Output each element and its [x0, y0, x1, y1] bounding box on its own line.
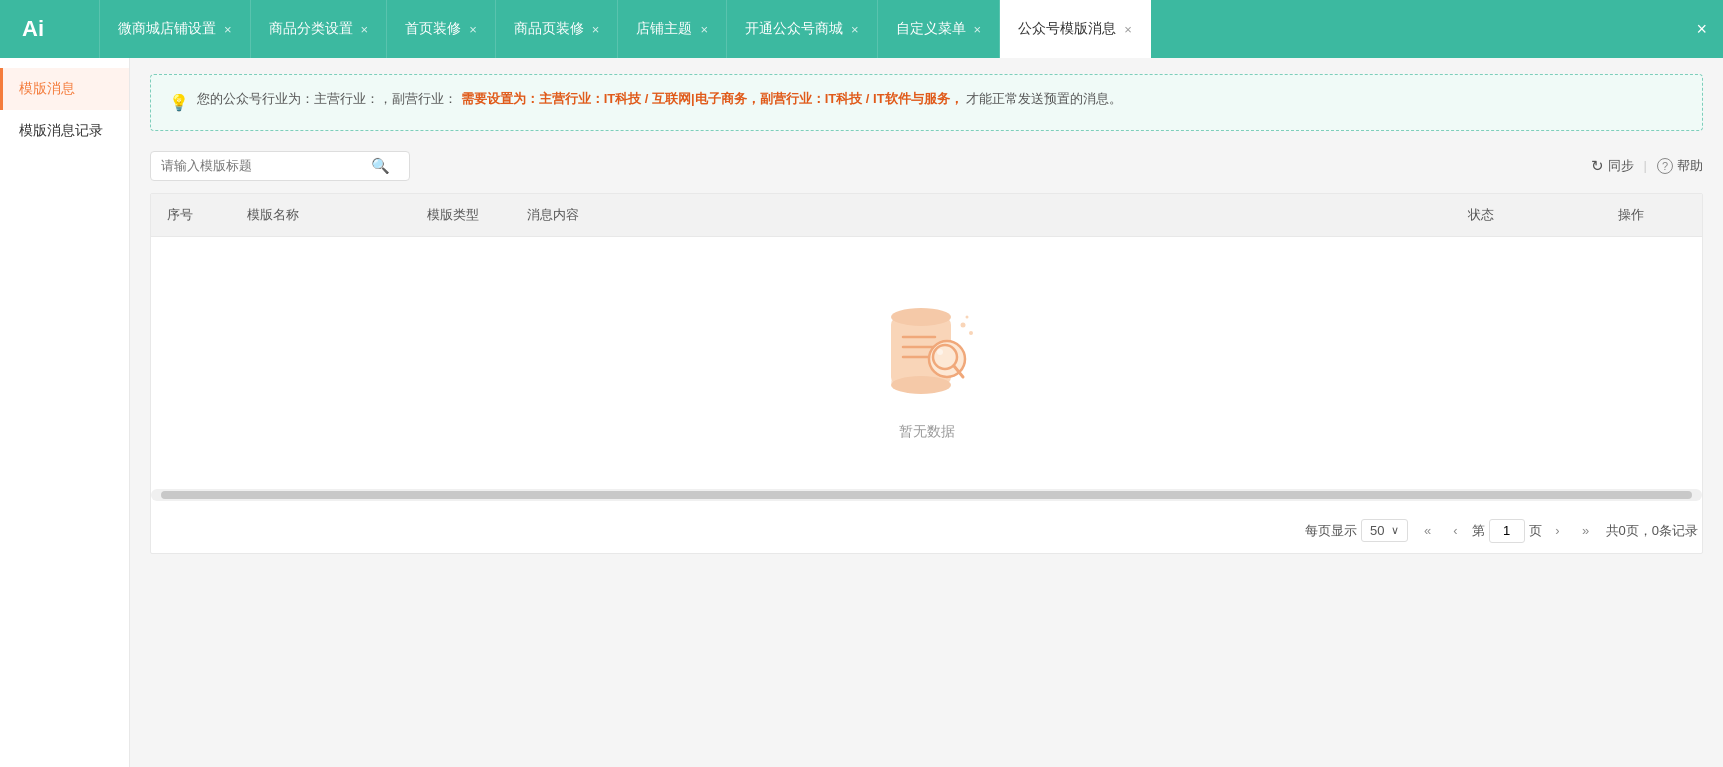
page-size-select: 每页显示 50 ∨ — [1305, 519, 1407, 542]
tab-label: 开通公众号商城 — [745, 20, 843, 38]
tab-close-icon[interactable]: × — [700, 22, 708, 37]
tab-templatemsg[interactable]: 公众号模版消息 × — [1000, 0, 1151, 58]
search-icon[interactable]: 🔍 — [371, 157, 390, 175]
scrollbar-thumb[interactable] — [161, 491, 1692, 499]
svg-point-3 — [891, 376, 951, 394]
tab-category[interactable]: 商品分类设置 × — [251, 0, 388, 58]
svg-point-11 — [960, 322, 965, 327]
search-row: 🔍 ↻ 同步 | ? 帮助 — [150, 151, 1703, 181]
table-header-row: 序号 模版名称 模版类型 消息内容 状态 操作 — [151, 194, 1702, 237]
empty-illustration — [867, 287, 987, 407]
col-content: 消息内容 — [511, 194, 1452, 237]
next-page-button[interactable]: › — [1546, 519, 1570, 543]
tab-close-icon[interactable]: × — [469, 22, 477, 37]
logo-tab: Ai — [0, 0, 100, 58]
tab-label: 首页装修 — [405, 20, 461, 38]
sidebar-item-template-msg-log[interactable]: 模版消息记录 — [0, 110, 129, 152]
total-records: 共0页，0条记录 — [1606, 522, 1698, 540]
svg-point-12 — [969, 331, 973, 335]
svg-point-2 — [891, 308, 951, 326]
page-input-wrap: 第 页 — [1472, 519, 1542, 543]
notice-text: 您的公众号行业为：主营行业：，副营行业： 需要设置为：主营行业：IT科技 / 互… — [197, 89, 1122, 110]
tab-label: 商品页装修 — [514, 20, 584, 38]
main-layout: 模版消息 模版消息记录 💡 您的公众号行业为：主营行业：，副营行业： 需要设置为… — [0, 58, 1723, 767]
search-input[interactable] — [161, 158, 371, 173]
page-number-input[interactable] — [1489, 519, 1525, 543]
tab-close-icon[interactable]: × — [224, 22, 232, 37]
notice-icon: 💡 — [169, 90, 189, 116]
tab-label: 自定义菜单 — [896, 20, 966, 38]
content-area: 💡 您的公众号行业为：主营行业：，副营行业： 需要设置为：主营行业：IT科技 /… — [130, 58, 1723, 767]
prev-page-button[interactable]: ‹ — [1444, 519, 1468, 543]
page-unit: 页 — [1529, 522, 1542, 540]
tab-theme[interactable]: 店铺主题 × — [618, 0, 727, 58]
tab-homepage[interactable]: 首页装修 × — [387, 0, 496, 58]
tab-label: 公众号模版消息 — [1018, 20, 1116, 38]
empty-text: 暂无数据 — [899, 423, 955, 441]
sidebar: 模版消息 模版消息记录 — [0, 58, 130, 767]
help-button[interactable]: ? 帮助 — [1657, 157, 1703, 175]
tab-close-active-icon[interactable]: × — [1124, 22, 1132, 37]
empty-state: 暂无数据 — [151, 237, 1702, 481]
tab-label: 商品分类设置 — [269, 20, 353, 38]
help-label: 帮助 — [1677, 157, 1703, 175]
page-navigation: « ‹ 第 页 › » — [1416, 519, 1598, 543]
page-size-dropdown[interactable]: 50 ∨ — [1361, 519, 1407, 542]
tab-close-icon[interactable]: × — [851, 22, 859, 37]
tab-label: 微商城店铺设置 — [118, 20, 216, 38]
first-page-button[interactable]: « — [1416, 519, 1440, 543]
notice-box: 💡 您的公众号行业为：主营行业：，副营行业： 需要设置为：主营行业：IT科技 /… — [150, 74, 1703, 131]
tab-bar: Ai 微商城店铺设置 × 商品分类设置 × 首页装修 × 商品页装修 × 店铺主… — [0, 0, 1723, 58]
col-name: 模版名称 — [231, 194, 411, 237]
page-size-label: 每页显示 — [1305, 522, 1357, 540]
notice-highlight: 需要设置为：主营行业：IT科技 / 互联网|电子商务，副营行业：IT科技 / I… — [461, 91, 963, 106]
help-icon: ? — [1657, 158, 1673, 174]
tab-openstore[interactable]: 开通公众号商城 × — [727, 0, 878, 58]
tab-custommenu[interactable]: 自定义菜单 × — [878, 0, 1001, 58]
col-action: 操作 — [1602, 194, 1702, 237]
tab-close-icon[interactable]: × — [361, 22, 369, 37]
search-input-wrap[interactable]: 🔍 — [150, 151, 410, 181]
page-size-value: 50 — [1370, 523, 1384, 538]
table-container: 序号 模版名称 模版类型 消息内容 状态 操作 — [150, 193, 1703, 554]
sync-label: 同步 — [1608, 157, 1634, 175]
search-actions: ↻ 同步 | ? 帮助 — [1591, 157, 1703, 175]
sync-button[interactable]: ↻ 同步 — [1591, 157, 1634, 175]
col-type: 模版类型 — [411, 194, 511, 237]
page-label: 第 — [1472, 522, 1485, 540]
window-close-button[interactable]: × — [1680, 19, 1723, 40]
tab-close-icon[interactable]: × — [592, 22, 600, 37]
tab-weshop[interactable]: 微商城店铺设置 × — [100, 0, 251, 58]
empty-row: 暂无数据 — [151, 236, 1702, 481]
svg-point-13 — [965, 315, 968, 318]
sync-icon: ↻ — [1591, 157, 1604, 175]
data-table: 序号 模版名称 模版类型 消息内容 状态 操作 — [151, 194, 1702, 481]
tab-productpage[interactable]: 商品页装修 × — [496, 0, 619, 58]
svg-point-10 — [937, 349, 943, 355]
tab-close-icon[interactable]: × — [974, 22, 982, 37]
pagination-row: 每页显示 50 ∨ « ‹ 第 页 › » — [151, 509, 1702, 553]
horizontal-scrollbar[interactable] — [151, 489, 1702, 501]
col-status: 状态 — [1452, 194, 1602, 237]
col-seq: 序号 — [151, 194, 231, 237]
last-page-button[interactable]: » — [1574, 519, 1598, 543]
sidebar-item-template-msg[interactable]: 模版消息 — [0, 68, 129, 110]
tab-label: 店铺主题 — [636, 20, 692, 38]
divider: | — [1644, 158, 1647, 173]
logo-text: Ai — [22, 16, 44, 42]
chevron-down-icon: ∨ — [1391, 524, 1399, 537]
